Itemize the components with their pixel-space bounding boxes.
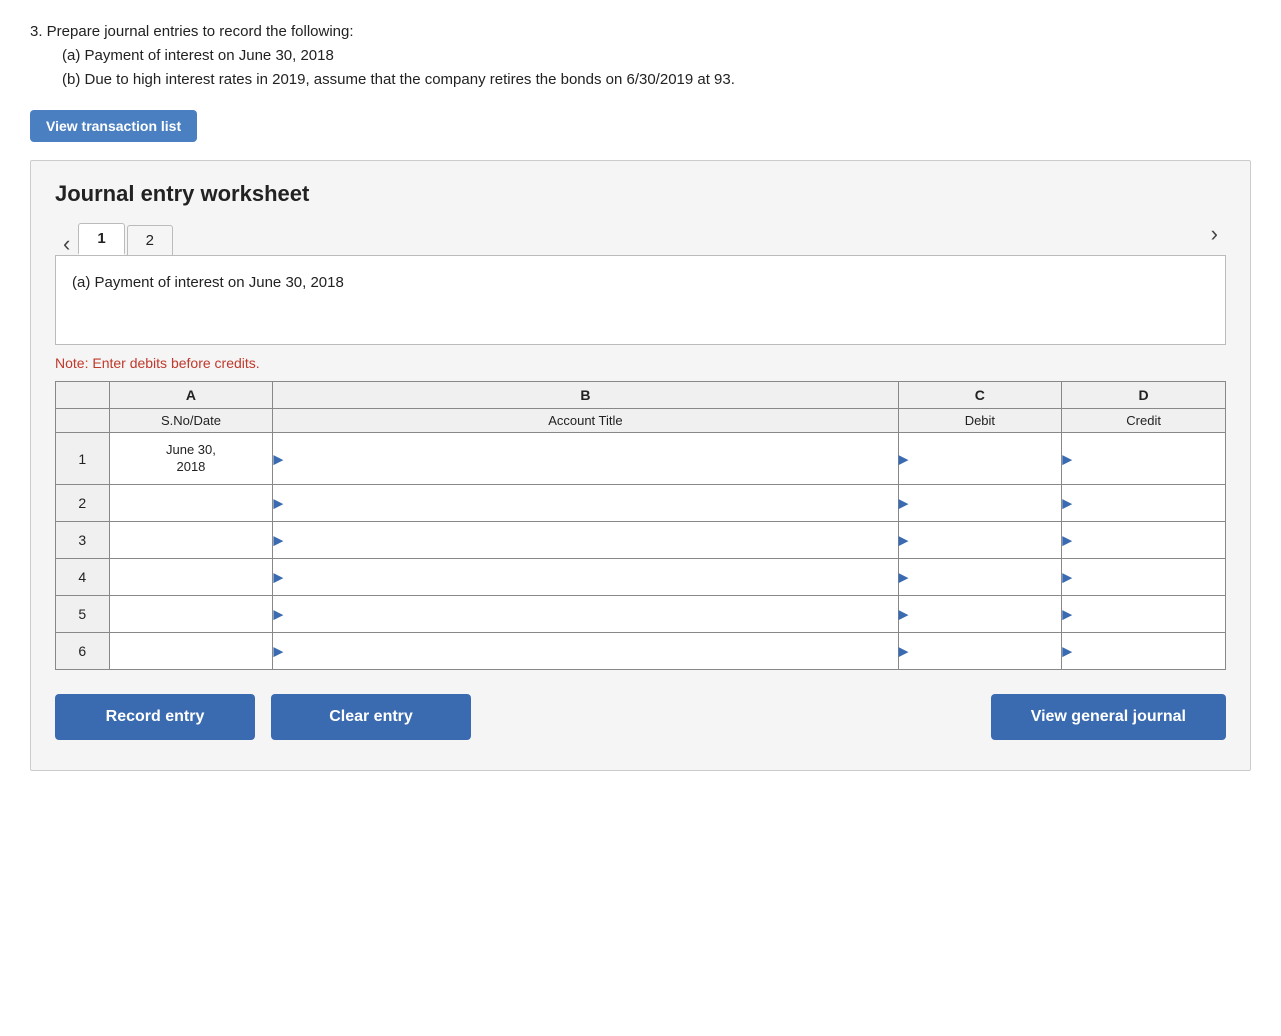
row-5-date-input[interactable] — [110, 596, 273, 632]
row-4-date-input[interactable] — [110, 559, 273, 595]
row-2-credit-cell[interactable]: ▶ — [1062, 485, 1226, 522]
row-4-credit-input[interactable] — [1062, 559, 1225, 595]
table-row: 4 ▶ ▶ ▶ — [56, 559, 1226, 596]
worksheet-container: Journal entry worksheet ‹ 1 2 › (a) Paym… — [30, 160, 1251, 771]
row-2-debit-input[interactable] — [899, 485, 1062, 521]
col-header-rownum — [56, 382, 110, 409]
row-6-account-cell[interactable]: ▶ — [273, 633, 898, 670]
row-2-debit-cell[interactable]: ▶ — [898, 485, 1062, 522]
prev-tab-button[interactable]: ‹ — [55, 233, 78, 255]
tab-2[interactable]: 2 — [127, 225, 173, 255]
col-header-d: D — [1062, 382, 1226, 409]
col-label-d: Credit — [1062, 409, 1226, 433]
row-num-5: 5 — [56, 596, 110, 633]
row-2-account-cell[interactable]: ▶ — [273, 485, 898, 522]
row-3-credit-input[interactable] — [1062, 522, 1225, 558]
row-num-4: 4 — [56, 559, 110, 596]
row-3-account-cell[interactable]: ▶ — [273, 522, 898, 559]
row-4-date-cell[interactable] — [109, 559, 273, 596]
row-2-date-input[interactable] — [110, 485, 273, 521]
row-4-debit-cell[interactable]: ▶ — [898, 559, 1062, 596]
instructions: 3. Prepare journal entries to record the… — [30, 20, 1251, 92]
row-2-account-input[interactable] — [273, 485, 897, 521]
row-2-credit-input[interactable] — [1062, 485, 1225, 521]
row-4-account-input[interactable] — [273, 559, 897, 595]
next-tab-button[interactable]: › — [1203, 223, 1226, 245]
row-5-account-cell[interactable]: ▶ — [273, 596, 898, 633]
button-row: Record entry Clear entry View general jo… — [55, 694, 1226, 740]
tab-1[interactable]: 1 — [78, 223, 124, 255]
row-5-debit-input[interactable] — [899, 596, 1062, 632]
row-1-debit-input[interactable] — [899, 441, 1062, 477]
table-row: 6 ▶ ▶ ▶ — [56, 633, 1226, 670]
tab-description: (a) Payment of interest on June 30, 2018 — [72, 274, 1209, 291]
worksheet-title: Journal entry worksheet — [55, 181, 1226, 207]
row-1-credit-cell[interactable]: ▶ — [1062, 433, 1226, 485]
table-row: 3 ▶ ▶ ▶ — [56, 522, 1226, 559]
row-6-debit-input[interactable] — [899, 633, 1062, 669]
clear-entry-button[interactable]: Clear entry — [271, 694, 471, 740]
tab-navigation: ‹ 1 2 › — [55, 223, 1226, 255]
journal-table: A B C D S.No/Date Account Title Debit Cr… — [55, 381, 1226, 670]
row-5-account-input[interactable] — [273, 596, 897, 632]
row-2-date-cell[interactable] — [109, 485, 273, 522]
row-6-date-input[interactable] — [110, 633, 273, 669]
row-6-account-input[interactable] — [273, 633, 897, 669]
row-6-debit-cell[interactable]: ▶ — [898, 633, 1062, 670]
table-row: 1 June 30,2018 ▶ ▶ ▶ — [56, 433, 1226, 485]
row-3-credit-cell[interactable]: ▶ — [1062, 522, 1226, 559]
row-5-debit-cell[interactable]: ▶ — [898, 596, 1062, 633]
row-3-debit-input[interactable] — [899, 522, 1062, 558]
col-header-b: B — [273, 382, 898, 409]
row-3-account-input[interactable] — [273, 522, 897, 558]
instruction-line1: 3. Prepare journal entries to record the… — [30, 20, 1251, 44]
row-num-1: 1 — [56, 433, 110, 485]
col-header-c: C — [898, 382, 1062, 409]
row-1-debit-cell[interactable]: ▶ — [898, 433, 1062, 485]
view-general-journal-button[interactable]: View general journal — [991, 694, 1226, 740]
col-header-a: A — [109, 382, 273, 409]
tab-content-area: (a) Payment of interest on June 30, 2018 — [55, 255, 1226, 345]
row-1-date: June 30,2018 — [110, 438, 273, 480]
row-1-account-cell[interactable]: ▶ — [273, 433, 898, 485]
row-1-account-input[interactable] — [273, 441, 897, 477]
row-3-date-input[interactable] — [110, 522, 273, 558]
col-label-rownum — [56, 409, 110, 433]
row-3-debit-cell[interactable]: ▶ — [898, 522, 1062, 559]
row-4-debit-input[interactable] — [899, 559, 1062, 595]
table-row: 5 ▶ ▶ ▶ — [56, 596, 1226, 633]
row-1-credit-input[interactable] — [1062, 441, 1225, 477]
row-3-date-cell[interactable] — [109, 522, 273, 559]
row-6-date-cell[interactable] — [109, 633, 273, 670]
instruction-line3: (b) Due to high interest rates in 2019, … — [30, 68, 1251, 92]
view-transaction-button[interactable]: View transaction list — [30, 110, 197, 142]
table-row: 2 ▶ ▶ ▶ — [56, 485, 1226, 522]
col-label-a: S.No/Date — [109, 409, 273, 433]
note-text: Note: Enter debits before credits. — [55, 355, 1226, 371]
col-label-c: Debit — [898, 409, 1062, 433]
row-num-3: 3 — [56, 522, 110, 559]
row-6-credit-cell[interactable]: ▶ — [1062, 633, 1226, 670]
col-label-b: Account Title — [273, 409, 898, 433]
row-5-credit-cell[interactable]: ▶ — [1062, 596, 1226, 633]
instruction-line2: (a) Payment of interest on June 30, 2018 — [30, 44, 1251, 68]
row-6-credit-input[interactable] — [1062, 633, 1225, 669]
row-num-6: 6 — [56, 633, 110, 670]
row-5-date-cell[interactable] — [109, 596, 273, 633]
row-num-2: 2 — [56, 485, 110, 522]
record-entry-button[interactable]: Record entry — [55, 694, 255, 740]
row-4-credit-cell[interactable]: ▶ — [1062, 559, 1226, 596]
row-5-credit-input[interactable] — [1062, 596, 1225, 632]
row-1-date-cell: June 30,2018 — [109, 433, 273, 485]
row-4-account-cell[interactable]: ▶ — [273, 559, 898, 596]
